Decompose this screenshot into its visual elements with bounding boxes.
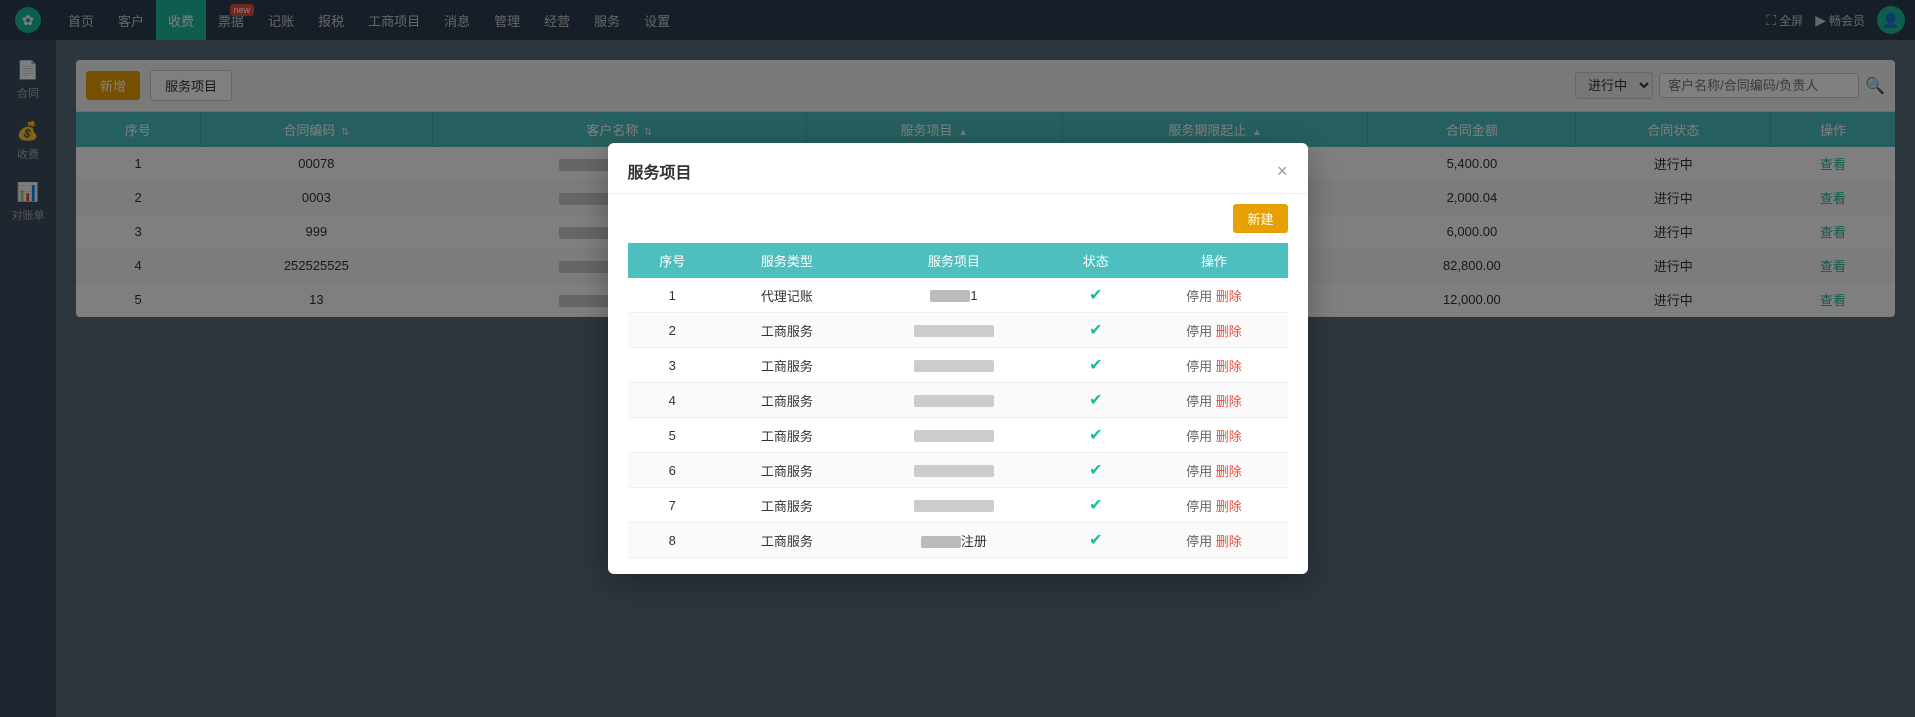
list-item: 5 工商服务 ✔ 停用 删除: [628, 418, 1288, 453]
list-item: 4 工商服务 ✔ 停用 删除: [628, 383, 1288, 418]
modal-th-type: 服务类型: [717, 243, 857, 278]
delete-button[interactable]: 删除: [1216, 426, 1242, 445]
modal-th-status: 状态: [1051, 243, 1140, 278]
modal-cell-seq: 6: [628, 453, 717, 488]
disable-button[interactable]: 停用: [1186, 496, 1212, 515]
modal-close-button[interactable]: ×: [1277, 161, 1288, 182]
modal-cell-status: ✔: [1051, 523, 1140, 558]
modal-cell-actions: 停用 删除: [1140, 523, 1287, 558]
modal-cell-item: [857, 313, 1051, 348]
modal-cell-item: [857, 348, 1051, 383]
disable-button[interactable]: 停用: [1186, 461, 1212, 480]
modal-cell-item: [857, 383, 1051, 418]
modal-body: 序号 服务类型 服务项目 状态 操作 1 代理记账 1 ✔ 停用 删除 2 工商…: [608, 243, 1308, 574]
modal-cell-seq: 1: [628, 278, 717, 313]
modal-cell-actions: 停用 删除: [1140, 313, 1287, 348]
status-check-icon: ✔: [1089, 287, 1102, 304]
delete-button[interactable]: 删除: [1216, 496, 1242, 515]
modal-cell-actions: 停用 删除: [1140, 453, 1287, 488]
service-table: 序号 服务类型 服务项目 状态 操作 1 代理记账 1 ✔ 停用 删除 2 工商…: [628, 243, 1288, 558]
modal-cell-actions: 停用 删除: [1140, 488, 1287, 523]
modal-cell-type: 工商服务: [717, 348, 857, 383]
modal-cell-item: [857, 453, 1051, 488]
modal-cell-seq: 4: [628, 383, 717, 418]
modal-cell-item: [857, 488, 1051, 523]
modal-header: 服务项目 ×: [608, 143, 1308, 194]
delete-button[interactable]: 删除: [1216, 356, 1242, 375]
modal-cell-item: 注册: [857, 523, 1051, 558]
modal-title: 服务项目: [628, 159, 692, 183]
modal-new-button[interactable]: 新建: [1233, 204, 1287, 233]
modal-cell-actions: 停用 删除: [1140, 383, 1287, 418]
modal-cell-type: 工商服务: [717, 313, 857, 348]
modal-cell-status: ✔: [1051, 348, 1140, 383]
modal-cell-type: 工商服务: [717, 523, 857, 558]
list-item: 3 工商服务 ✔ 停用 删除: [628, 348, 1288, 383]
status-check-icon: ✔: [1089, 357, 1102, 374]
modal-cell-seq: 2: [628, 313, 717, 348]
modal-cell-type: 工商服务: [717, 488, 857, 523]
modal-cell-status: ✔: [1051, 418, 1140, 453]
modal-cell-actions: 停用 删除: [1140, 418, 1287, 453]
disable-button[interactable]: 停用: [1186, 426, 1212, 445]
delete-button[interactable]: 删除: [1216, 286, 1242, 305]
modal-cell-actions: 停用 删除: [1140, 348, 1287, 383]
delete-button[interactable]: 删除: [1216, 391, 1242, 410]
status-check-icon: ✔: [1089, 532, 1102, 549]
list-item: 6 工商服务 ✔ 停用 删除: [628, 453, 1288, 488]
disable-button[interactable]: 停用: [1186, 356, 1212, 375]
service-modal: 服务项目 × 新建 序号 服务类型 服务项目 状态 操作 1 代理记账 1: [608, 143, 1308, 574]
status-check-icon: ✔: [1089, 462, 1102, 479]
modal-cell-status: ✔: [1051, 313, 1140, 348]
list-item: 8 工商服务 注册 ✔ 停用 删除: [628, 523, 1288, 558]
modal-cell-seq: 5: [628, 418, 717, 453]
modal-cell-item: 1: [857, 278, 1051, 313]
modal-cell-status: ✔: [1051, 383, 1140, 418]
modal-cell-seq: 8: [628, 523, 717, 558]
modal-cell-seq: 3: [628, 348, 717, 383]
list-item: 2 工商服务 ✔ 停用 删除: [628, 313, 1288, 348]
modal-cell-type: 工商服务: [717, 383, 857, 418]
status-check-icon: ✔: [1089, 427, 1102, 444]
status-check-icon: ✔: [1089, 322, 1102, 339]
disable-button[interactable]: 停用: [1186, 321, 1212, 340]
modal-toolbar: 新建: [608, 194, 1308, 243]
modal-th-item: 服务项目: [857, 243, 1051, 278]
list-item: 7 工商服务 ✔ 停用 删除: [628, 488, 1288, 523]
status-check-icon: ✔: [1089, 497, 1102, 514]
modal-cell-seq: 7: [628, 488, 717, 523]
modal-cell-status: ✔: [1051, 488, 1140, 523]
modal-th-seq: 序号: [628, 243, 717, 278]
modal-cell-type: 工商服务: [717, 418, 857, 453]
delete-button[interactable]: 删除: [1216, 461, 1242, 480]
modal-cell-actions: 停用 删除: [1140, 278, 1287, 313]
modal-cell-type: 代理记账: [717, 278, 857, 313]
modal-cell-item: [857, 418, 1051, 453]
modal-cell-status: ✔: [1051, 453, 1140, 488]
disable-button[interactable]: 停用: [1186, 391, 1212, 410]
list-item: 1 代理记账 1 ✔ 停用 删除: [628, 278, 1288, 313]
delete-button[interactable]: 删除: [1216, 531, 1242, 550]
modal-cell-status: ✔: [1051, 278, 1140, 313]
status-check-icon: ✔: [1089, 392, 1102, 409]
modal-overlay[interactable]: 服务项目 × 新建 序号 服务类型 服务项目 状态 操作 1 代理记账 1: [0, 0, 1915, 717]
disable-button[interactable]: 停用: [1186, 286, 1212, 305]
disable-button[interactable]: 停用: [1186, 531, 1212, 550]
modal-cell-type: 工商服务: [717, 453, 857, 488]
delete-button[interactable]: 删除: [1216, 321, 1242, 340]
modal-th-action: 操作: [1140, 243, 1287, 278]
